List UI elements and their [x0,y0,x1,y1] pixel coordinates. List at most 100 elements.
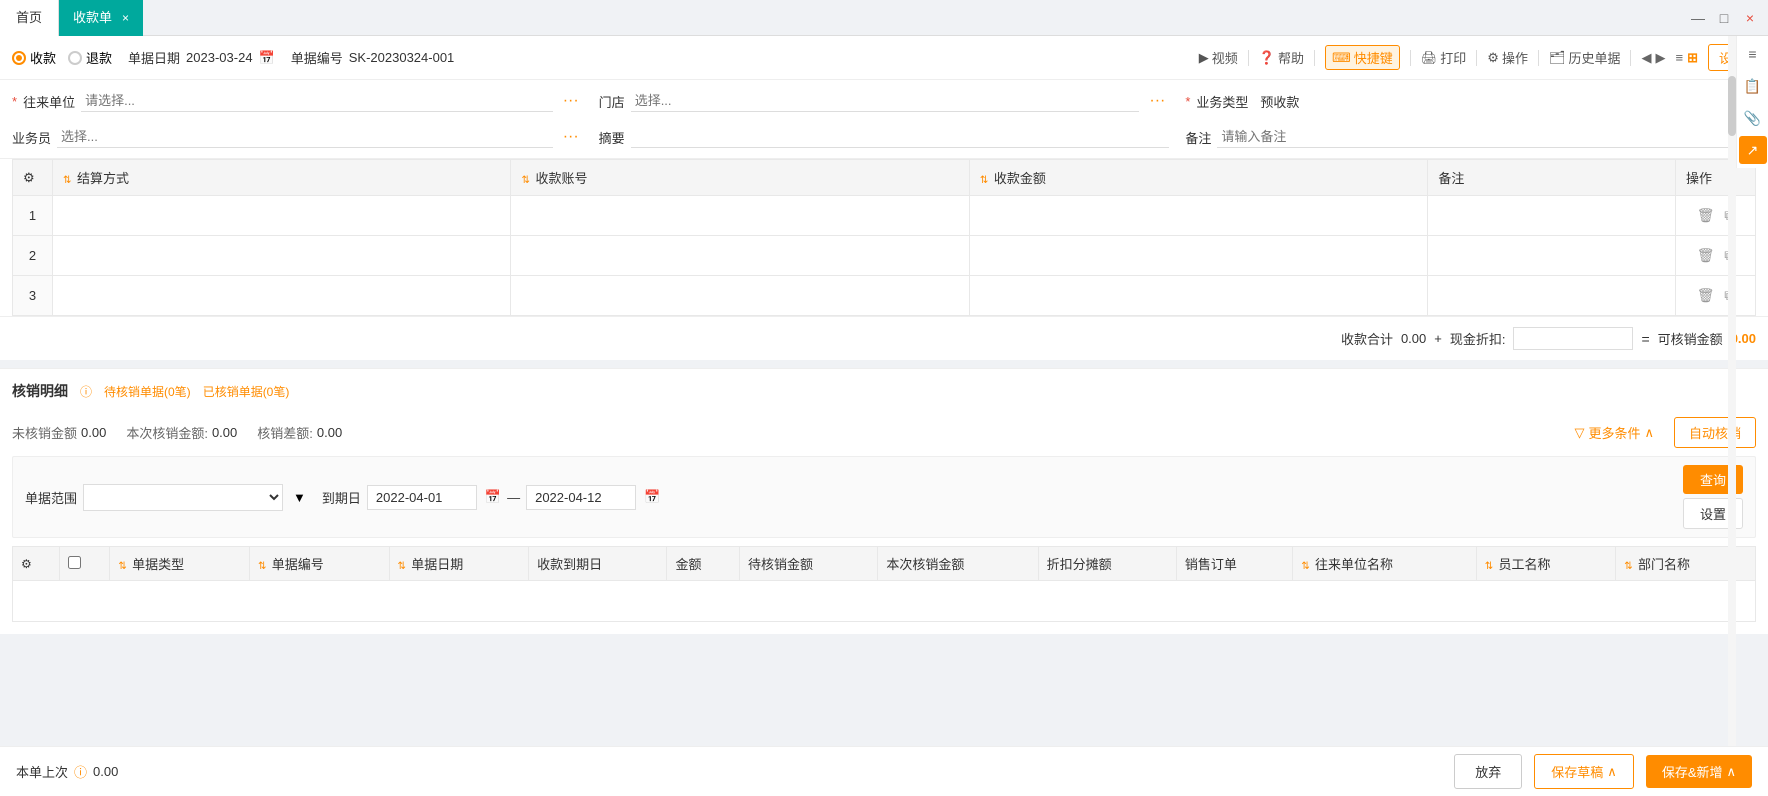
divider3 [1410,50,1411,66]
settlement-cell-1[interactable] [53,196,511,236]
date-to-input[interactable] [526,485,636,510]
delete-icon-3[interactable]: 🗑 [1697,287,1715,303]
divider2 [1314,50,1315,66]
bt-checkbox-col[interactable] [59,547,110,581]
remark-input[interactable] [1217,126,1756,148]
close-button[interactable]: × [1738,6,1762,30]
maximize-button[interactable]: □ [1712,6,1736,30]
operations-label: 操作 [1502,48,1528,67]
amount-cell-3[interactable] [969,276,1427,316]
save-draft-button[interactable]: 保存草稿 ∧ [1534,754,1634,789]
settlement-cell-2[interactable] [53,236,511,276]
tab-close-icon[interactable]: × [122,0,129,36]
form-section: * 往来单位 ··· 门店 ··· * 业务类型 预收款 ▼ 业务员 ··· 摘… [0,80,1768,159]
discount-input[interactable] [1513,327,1633,350]
calendar-icon-to[interactable]: 📅 [644,489,660,505]
account-cell-1[interactable] [511,196,969,236]
verification-header: 核销明细 ⓘ 待核销单据(0笔) 已核销单据(0笔) [12,381,1756,401]
settings-col-header[interactable]: ⚙ [13,160,53,196]
minimize-button[interactable]: — [1686,6,1710,30]
select-all-checkbox[interactable] [68,556,81,569]
empty-cell [13,581,1756,622]
scrollbar-thumb[interactable] [1728,76,1736,136]
tab-current[interactable]: 收款单 × [59,0,143,36]
date-from-input[interactable] [367,485,477,510]
more-conditions-btn[interactable]: ▽ 更多条件 ∧ [1574,423,1654,442]
col-amount-header: ⇅ 收款金额 [969,160,1427,196]
radio-receipt[interactable]: 收款 [12,48,56,67]
staff-input[interactable] [57,126,553,148]
discard-button[interactable]: 放弃 [1454,754,1522,789]
done-tab-link[interactable]: 已核销单据(0笔) [203,383,290,400]
bt-doc-no-col: ⇅ 单据编号 [249,547,389,581]
prev-icon[interactable]: ◀ [1641,50,1651,66]
verification-stats: 未核销金额 0.00 本次核销金额: 0.00 核销差额: 0.00 ▽ 更多条… [12,409,1756,456]
verification-section: 核销明细 ⓘ 待核销单据(0笔) 已核销单据(0笔) 未核销金额 0.00 本次… [0,368,1768,634]
divider4 [1476,50,1477,66]
sidebar-icon-link[interactable]: ↗ [1739,136,1767,164]
col-account-header: ⇅ 收款账号 [511,160,969,196]
sort-icon-bt1: ⇅ [118,561,126,572]
history-icon: 🗂 [1549,50,1566,66]
auto-verification-btn[interactable]: 自动核销 [1674,417,1756,448]
pending-tab-link[interactable]: 待核销单据(0笔) [104,383,191,400]
settlement-cell-3[interactable] [53,276,511,316]
amount-cell-2[interactable] [969,236,1427,276]
radio-group: 收款 退款 [12,48,112,67]
bt-settings-col[interactable]: ⚙ [13,547,60,581]
memo-input[interactable] [631,126,1170,148]
list-view-icon[interactable]: ≡ [1675,50,1683,65]
bt-doc-date-col: ⇅ 单据日期 [389,547,529,581]
sidebar-icon-table[interactable]: ≡ [1739,40,1767,68]
bt-current-label: 本次核销金额 [886,557,964,572]
scrollbar-area[interactable] [1728,36,1736,746]
grid-view-icon[interactable]: ⊞ [1687,50,1698,66]
radio-receipt-dot [12,51,26,65]
remark-cell-3[interactable] [1428,276,1676,316]
col-amount-label: 收款金额 [994,171,1046,186]
partner-more-btn[interactable]: ··· [559,92,583,110]
remark-cell-1[interactable] [1428,196,1676,236]
store-input[interactable] [631,90,1140,112]
delete-icon-2[interactable]: 🗑 [1697,247,1715,263]
diff-label: 核销差额: [257,423,313,442]
print-icon: 🖨 [1421,50,1438,66]
amount-cell-1[interactable] [969,196,1427,236]
doc-no-field: 单据编号 SK-20230324-001 [291,48,455,67]
row-num-2: 2 [13,236,53,276]
calendar-icon-from[interactable]: 📅 [485,489,501,505]
bottom-table-header: ⚙ ⇅ 单据类型 ⇅ 单据编号 ⇅ 单据日期 收款到期日 金 [13,547,1756,581]
account-cell-2[interactable] [511,236,969,276]
sidebar-icon-attach[interactable]: 📎 [1739,104,1767,132]
staff-more-btn[interactable]: ··· [559,128,583,146]
date-calendar-icon[interactable]: 📅 [259,50,275,66]
range-select[interactable] [83,484,283,511]
next-icon[interactable]: ▶ [1655,50,1665,66]
radio-refund[interactable]: 退款 [68,48,112,67]
verification-info-icon[interactable]: ⓘ [80,383,92,400]
save-new-label: 保存&新增 [1662,762,1723,781]
bt-doc-no-label: 单据编号 [272,557,324,572]
col-account-label: 收款账号 [535,171,587,186]
table-settings-icon[interactable]: ⚙ [23,170,35,185]
partner-input[interactable] [81,90,553,112]
video-button[interactable]: ▶ 视频 [1199,48,1238,67]
total-value: 0.00 [1401,331,1426,346]
account-cell-3[interactable] [511,276,969,316]
actions-cell-3: 🗑 ⧉ [1676,276,1756,316]
help-button[interactable]: ❓ 帮助 [1259,48,1304,67]
delete-icon-1[interactable]: 🗑 [1697,207,1715,223]
print-button[interactable]: 🖨 打印 [1421,48,1467,67]
table-header-row: ⚙ ⇅ 结算方式 ⇅ 收款账号 ⇅ 收款金额 备注 操作 [13,160,1756,196]
tab-home[interactable]: 首页 [0,0,59,36]
toolbar-right: ▶ 视频 ❓ 帮助 ⌨ 快捷键 🖨 打印 ⚙ 操作 🗂 历史单据 ◀ [1199,44,1756,71]
shortcut-button[interactable]: ⌨ 快捷键 [1325,45,1400,70]
operations-button[interactable]: ⚙ 操作 [1487,48,1528,67]
save-new-button[interactable]: 保存&新增 ∧ [1646,755,1752,788]
history-button[interactable]: 🗂 历史单据 [1549,48,1621,67]
store-more-btn[interactable]: ··· [1145,92,1169,110]
sidebar-icon-doc[interactable]: 📋 [1739,72,1767,100]
remark-cell-2[interactable] [1428,236,1676,276]
bottom-info-icon[interactable]: ⓘ [74,762,87,781]
shortcut-icon: ⌨ [1332,50,1351,66]
